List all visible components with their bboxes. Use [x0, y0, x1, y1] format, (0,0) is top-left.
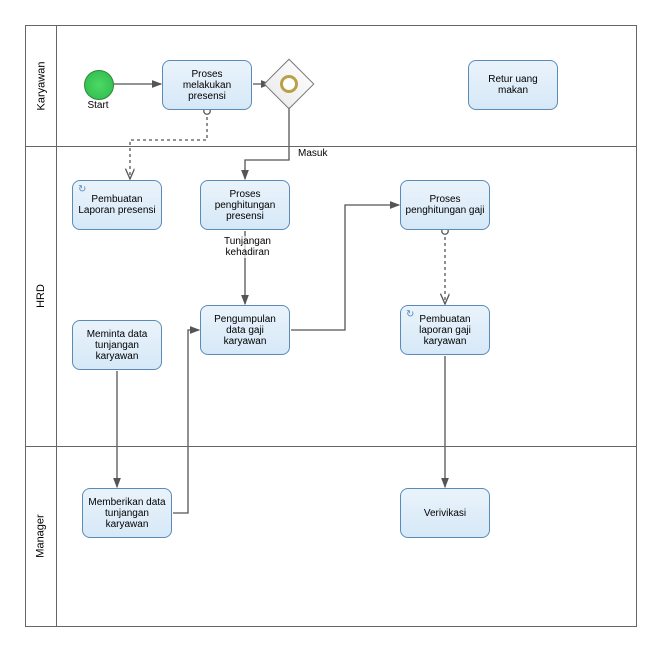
lane-label-manager: Manager — [26, 446, 57, 626]
task-label: Memberikan data tunjangan karyawan — [86, 497, 168, 530]
task-label: Proses melakukan presensi — [166, 69, 248, 102]
task-kumpul-gaji[interactable]: Pengumpulan data gaji karyawan — [200, 305, 290, 355]
edge-label-masuk: Masuk — [296, 148, 329, 159]
task-hitung-gaji[interactable]: Proses penghitungan gaji — [400, 180, 490, 230]
task-hitung-presensi[interactable]: Proses penghitungan presensi — [200, 180, 290, 230]
lane-label-karyawan: Karyawan — [26, 26, 57, 146]
start-event[interactable] — [84, 70, 114, 100]
task-label: Retur uang makan — [472, 74, 554, 96]
task-label: Pengumpulan data gaji karyawan — [204, 314, 286, 347]
task-label: Proses penghitungan gaji — [404, 194, 486, 216]
task-label: Meminta data tunjangan karyawan — [76, 329, 158, 362]
task-beri-tunjangan[interactable]: Memberikan data tunjangan karyawan — [82, 488, 172, 538]
task-label: Proses penghitungan presensi — [204, 189, 286, 222]
task-laporan-presensi[interactable]: ↻ Pembuatan Laporan presensi — [72, 180, 162, 230]
lane-label-hrd: HRD — [26, 146, 57, 446]
task-presensi[interactable]: Proses melakukan presensi — [162, 60, 252, 110]
task-minta-tunjangan[interactable]: Meminta data tunjangan karyawan — [72, 320, 162, 370]
diagram-container: Karyawan HRD Manager Start Proses melaku… — [0, 0, 653, 645]
task-label: Pembuatan laporan gaji karyawan — [404, 314, 486, 347]
task-label: Pembuatan Laporan presensi — [76, 194, 158, 216]
subprocess-icon: ↻ — [406, 309, 414, 320]
start-label: Start — [84, 100, 112, 111]
task-retur[interactable]: Retur uang makan — [468, 60, 558, 110]
gateway-inclusive[interactable] — [271, 66, 307, 102]
task-laporan-gaji[interactable]: ↻ Pembuatan laporan gaji karyawan — [400, 305, 490, 355]
subprocess-icon: ↻ — [78, 184, 86, 195]
edge-label-tunjangan: Tunjangan kehadiran — [218, 236, 277, 258]
task-label: Verivikasi — [424, 508, 466, 519]
task-verifikasi[interactable]: Verivikasi — [400, 488, 490, 538]
